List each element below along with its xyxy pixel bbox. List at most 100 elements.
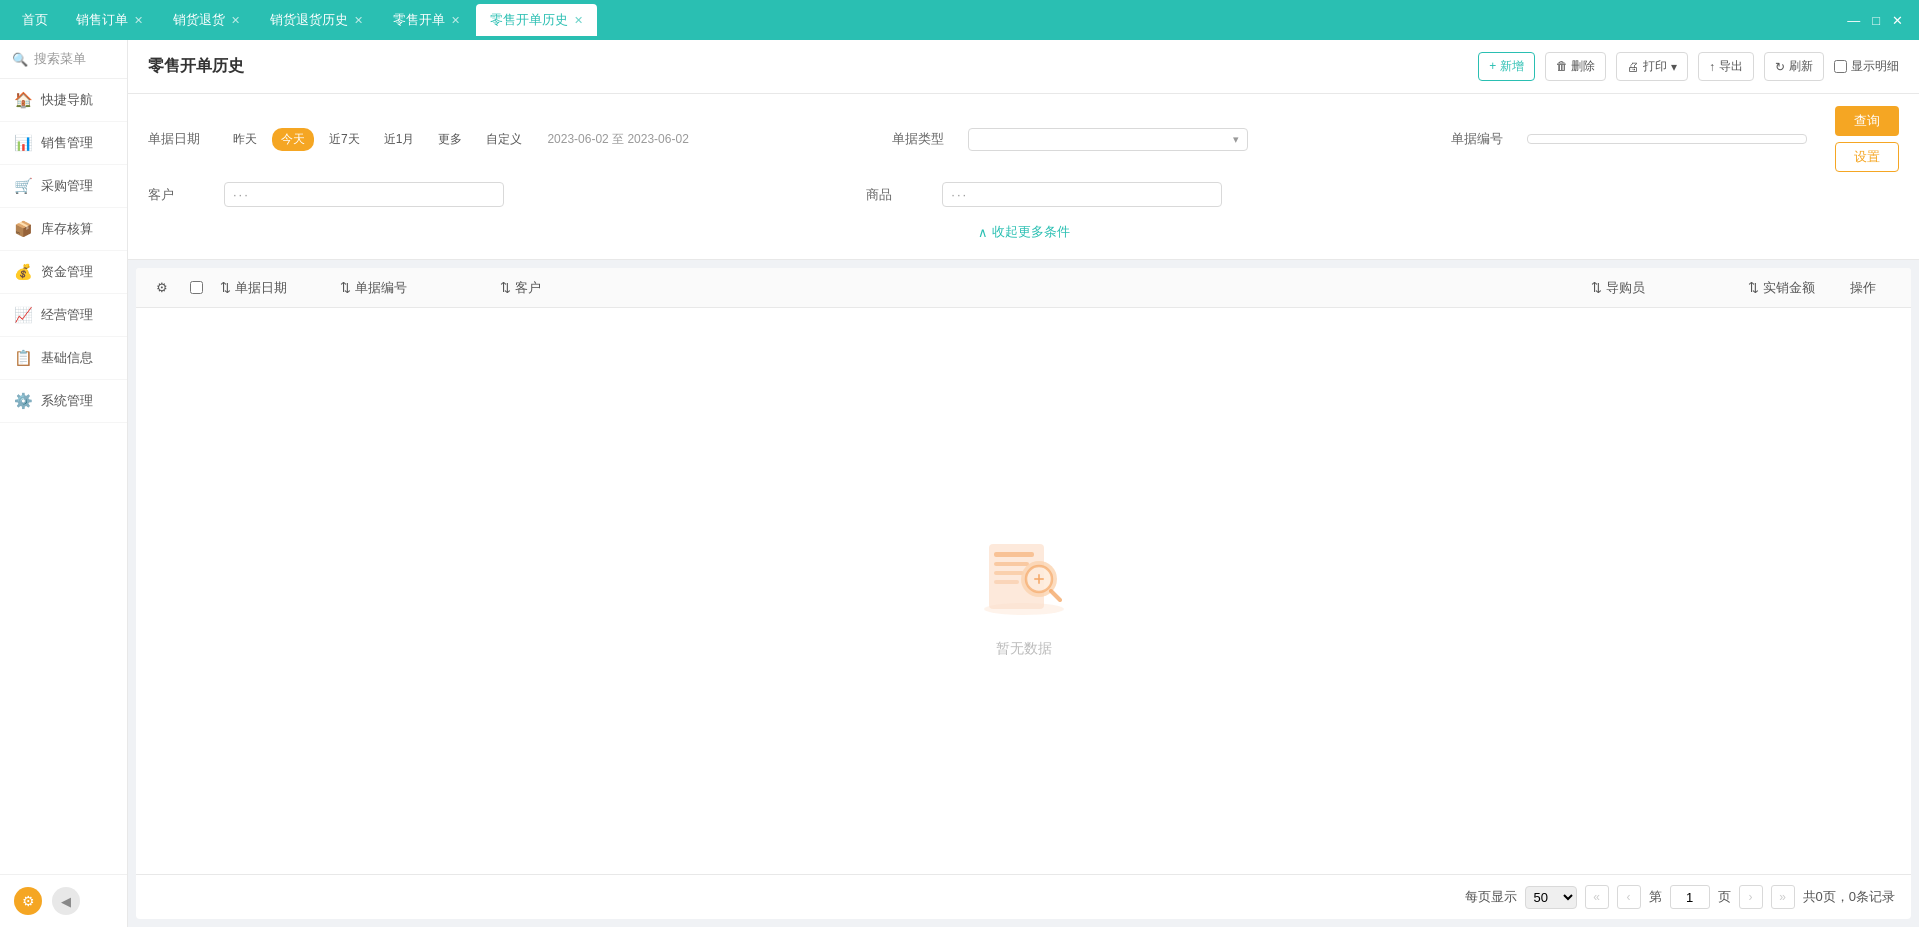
tab-retail-open[interactable]: 零售开单 ✕	[379, 4, 474, 36]
display-detail-checkbox[interactable]	[1834, 60, 1847, 73]
export-button[interactable]: ↑ 导出	[1698, 52, 1754, 81]
tab-sales-return-history-close[interactable]: ✕	[354, 14, 363, 27]
first-page-btn[interactable]: «	[1585, 885, 1609, 909]
next-page-btn[interactable]: ›	[1739, 885, 1763, 909]
goods-label: 商品	[866, 186, 926, 204]
col-amount-label: 实销金额	[1763, 279, 1815, 297]
svg-rect-5	[994, 580, 1019, 584]
sidebar-item-sys-mgmt[interactable]: ⚙️ 系统管理	[0, 380, 127, 423]
date-btn-more[interactable]: 更多	[429, 128, 471, 151]
display-detail-check[interactable]: 显示明细	[1834, 58, 1899, 75]
sort-icon-amount[interactable]: ⇅	[1748, 280, 1759, 295]
sidebar-item-finance-label: 资金管理	[41, 263, 93, 281]
collapse-label: 收起更多条件	[992, 223, 1070, 241]
window-max-btn[interactable]: □	[1872, 13, 1880, 28]
collapse-more-btn[interactable]: ∧ 收起更多条件	[148, 217, 1899, 247]
sidebar-search[interactable]: 🔍 搜索菜单	[0, 40, 127, 79]
tab-retail-open-history-label: 零售开单历史	[490, 11, 568, 29]
sort-icon-date[interactable]: ⇅	[220, 280, 231, 295]
sidebar-item-basic-info-label: 基础信息	[41, 349, 93, 367]
tab-sales-return-close[interactable]: ✕	[231, 14, 240, 27]
tab-retail-open-close[interactable]: ✕	[451, 14, 460, 27]
page-title: 零售开单历史	[148, 56, 244, 77]
sidebar-item-basic-info[interactable]: 📋 基础信息	[0, 337, 127, 380]
query-button[interactable]: 查询	[1835, 106, 1899, 136]
operations-icon: 📈	[14, 306, 33, 324]
filter-area: 单据日期 昨天 今天 近7天 近1月 更多 自定义 2023-06-02 至 2…	[128, 94, 1919, 260]
date-btn-custom[interactable]: 自定义	[477, 128, 531, 151]
svg-line-8	[1051, 591, 1060, 600]
sidebar-item-inventory[interactable]: 📦 库存核算	[0, 208, 127, 251]
customer-input[interactable]: ···	[224, 182, 504, 207]
svg-rect-3	[994, 562, 1029, 566]
date-btn-last7[interactable]: 近7天	[320, 128, 369, 151]
window-min-btn[interactable]: —	[1847, 13, 1860, 28]
sidebar-item-finance[interactable]: 💰 资金管理	[0, 251, 127, 294]
sort-icon-num[interactable]: ⇅	[340, 280, 351, 295]
sidebar-item-operations[interactable]: 📈 经营管理	[0, 294, 127, 337]
tab-retail-open-history-close[interactable]: ✕	[574, 14, 583, 27]
total-info: 共0页，0条记录	[1803, 888, 1895, 906]
table-settings-btn[interactable]: ⚙	[144, 280, 180, 295]
svg-rect-2	[994, 552, 1034, 557]
page-input[interactable]	[1670, 885, 1710, 909]
add-button[interactable]: + 新增	[1478, 52, 1534, 81]
sidebar-item-purchase-mgmt-label: 采购管理	[41, 177, 93, 195]
bill-type-label: 单据类型	[892, 130, 952, 148]
window-close-btn[interactable]: ✕	[1892, 13, 1903, 28]
purchase-mgmt-icon: 🛒	[14, 177, 33, 195]
refresh-button[interactable]: ↻ 刷新	[1764, 52, 1824, 81]
tab-sales-return[interactable]: 销货退货 ✕	[159, 4, 254, 36]
filter-row-customer: 客户 ··· 商品 ···	[148, 182, 1899, 207]
col-date-label: 单据日期	[235, 279, 287, 297]
tab-retail-open-history[interactable]: 零售开单历史 ✕	[476, 4, 597, 36]
sidebar: 🔍 搜索菜单 🏠 快捷导航 📊 销售管理 🛒 采购管理 📦 库存核算 💰 资金管…	[0, 40, 128, 927]
sidebar-search-label: 搜索菜单	[34, 50, 86, 68]
date-btn-yesterday[interactable]: 昨天	[224, 128, 266, 151]
sidebar-item-sales-mgmt-label: 销售管理	[41, 134, 93, 152]
table-select-all[interactable]	[180, 281, 212, 294]
delete-button[interactable]: 🗑 删除	[1545, 52, 1606, 81]
bill-num-input[interactable]	[1527, 134, 1807, 144]
select-all-checkbox[interactable]	[190, 281, 203, 294]
tab-sales-order-close[interactable]: ✕	[134, 14, 143, 27]
quick-nav-icon: 🏠	[14, 91, 33, 109]
export-icon: ↑	[1709, 60, 1715, 74]
print-button[interactable]: 🖨 打印 ▾	[1616, 52, 1688, 81]
per-page-select[interactable]: 50 10 20 100	[1525, 886, 1577, 909]
export-label: 导出	[1719, 58, 1743, 75]
date-btn-today[interactable]: 今天	[272, 128, 314, 151]
tab-sales-return-history[interactable]: 销货退货历史 ✕	[256, 4, 377, 36]
customer-label: 客户	[148, 186, 208, 204]
sort-icon-customer[interactable]: ⇅	[500, 280, 511, 295]
goods-placeholder: ···	[951, 187, 968, 202]
tab-sales-order[interactable]: 销售订单 ✕	[62, 4, 157, 36]
search-icon: 🔍	[12, 52, 28, 67]
col-header-action: 操作	[1823, 279, 1903, 297]
refresh-icon: ↻	[1775, 60, 1785, 74]
collapse-sidebar-button[interactable]: ◀	[52, 887, 80, 915]
per-page-label: 每页显示	[1465, 888, 1517, 906]
toolbar: + 新增 🗑 删除 🖨 打印 ▾ ↑ 导出 ↻ 刷新 显示明细	[1478, 52, 1899, 81]
sidebar-item-quick-nav[interactable]: 🏠 快捷导航	[0, 79, 127, 122]
col-customer-label: 客户	[515, 279, 541, 297]
table-container: ⚙ ⇅ 单据日期 ⇅ 单据编号 ⇅ 客户 ⇅ 导购员	[136, 268, 1911, 919]
date-btn-last1m[interactable]: 近1月	[375, 128, 424, 151]
gear-button[interactable]: ⚙	[14, 887, 42, 915]
sort-icon-guide[interactable]: ⇅	[1591, 280, 1602, 295]
bill-type-select[interactable]: ▾	[968, 128, 1248, 151]
tab-home[interactable]: 首页	[8, 4, 62, 36]
filter-row-date: 单据日期 昨天 今天 近7天 近1月 更多 自定义 2023-06-02 至 2…	[148, 106, 1899, 172]
goods-input[interactable]: ···	[942, 182, 1222, 207]
prev-page-btn[interactable]: ‹	[1617, 885, 1641, 909]
main-layout: 🔍 搜索菜单 🏠 快捷导航 📊 销售管理 🛒 采购管理 📦 库存核算 💰 资金管…	[0, 40, 1919, 927]
refresh-label: 刷新	[1789, 58, 1813, 75]
inventory-icon: 📦	[14, 220, 33, 238]
sidebar-item-purchase-mgmt[interactable]: 🛒 采购管理	[0, 165, 127, 208]
table-header: ⚙ ⇅ 单据日期 ⇅ 单据编号 ⇅ 客户 ⇅ 导购员	[136, 268, 1911, 308]
sidebar-item-sales-mgmt[interactable]: 📊 销售管理	[0, 122, 127, 165]
settings-button[interactable]: 设置	[1835, 142, 1899, 172]
col-header-date: ⇅ 单据日期	[212, 279, 332, 297]
customer-placeholder: ···	[233, 187, 250, 202]
last-page-btn[interactable]: »	[1771, 885, 1795, 909]
